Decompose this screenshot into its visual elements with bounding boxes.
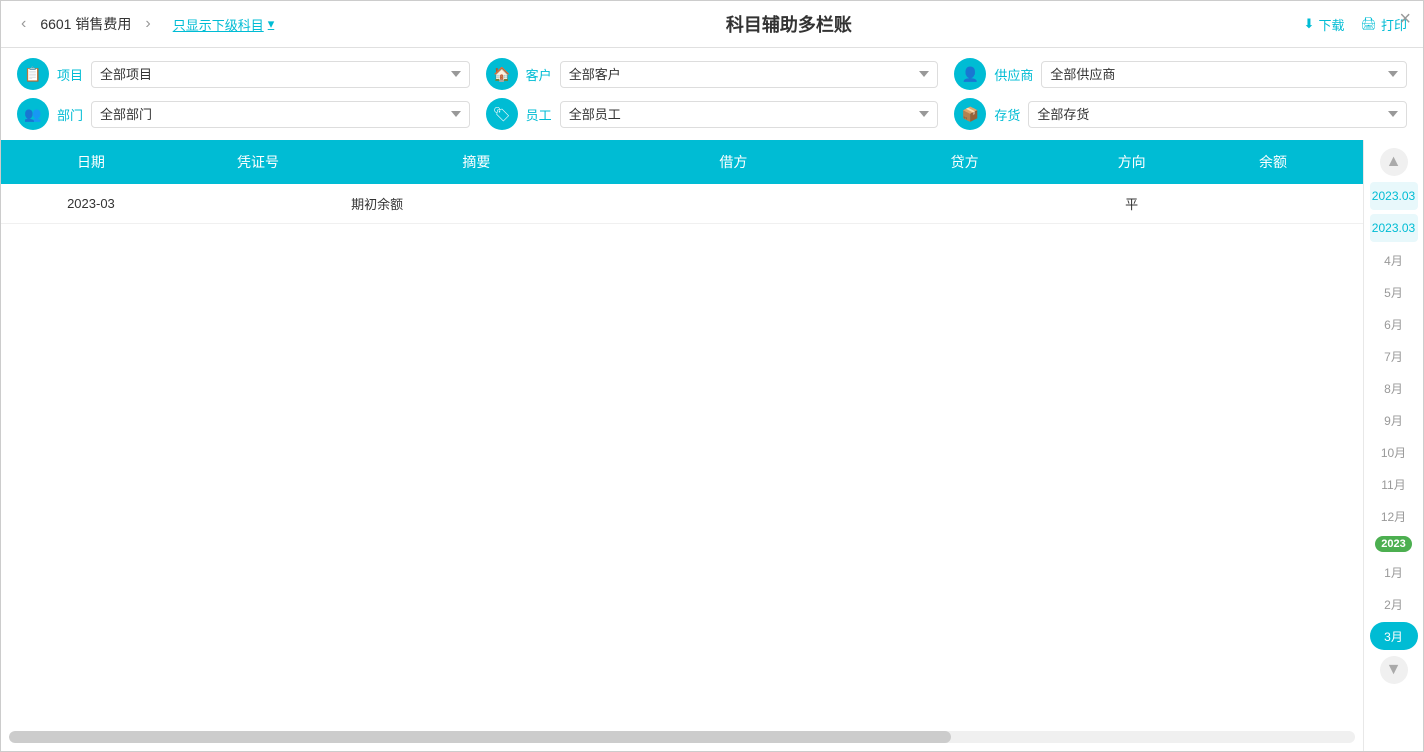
- customer-filter: 🏠 客户 全部客户: [486, 58, 939, 90]
- h-scrollbar-area: [1, 727, 1363, 751]
- table-body: 2023-03 期初余额 平: [1, 184, 1363, 224]
- cell-voucher: [181, 184, 335, 224]
- prev-account-btn[interactable]: ‹: [17, 13, 30, 35]
- month-9[interactable]: 9月: [1370, 406, 1418, 434]
- download-icon: ⬇: [1304, 16, 1315, 32]
- main-window: ‹ 6601 销售费用 › 只显示下级科目 ▾ 科目辅助多栏账 ⬇ 下载 🖨 打…: [0, 0, 1424, 752]
- filter-row-1: 📋 项目 全部项目 🏠 客户 全部客户 👤 供应商 全部供应商: [17, 58, 1407, 90]
- month-11[interactable]: 11月: [1370, 470, 1418, 498]
- chevron-down-icon: ▾: [268, 16, 275, 32]
- col-summary: 摘要: [335, 140, 618, 184]
- account-code: 6601 销售费用: [40, 14, 131, 34]
- sidebar-up-btn[interactable]: ▲: [1380, 148, 1408, 176]
- supplier-filter: 👤 供应商 全部供应商: [954, 58, 1407, 90]
- cell-debit: [618, 184, 849, 224]
- cell-summary: 期初余额: [335, 184, 618, 224]
- project-select[interactable]: 全部项目: [91, 61, 470, 88]
- next-account-btn[interactable]: ›: [141, 13, 154, 35]
- month-7[interactable]: 7月: [1370, 342, 1418, 370]
- ledger-table: 日期 凭证号 摘要 借方 贷方 方向 余额 2023-03 期初余额: [1, 140, 1363, 224]
- col-voucher: 凭证号: [181, 140, 335, 184]
- inventory-select[interactable]: 全部存货: [1028, 101, 1407, 128]
- print-icon: 🖨: [1360, 16, 1377, 32]
- col-credit: 贷方: [849, 140, 1080, 184]
- month-8[interactable]: 8月: [1370, 374, 1418, 402]
- table-header-row: 日期 凭证号 摘要 借方 贷方 方向 余额: [1, 140, 1363, 184]
- main-area: 日期 凭证号 摘要 借方 贷方 方向 余额 2023-03 期初余额: [1, 140, 1423, 751]
- filter-row-2: 👥 部门 全部部门 🏷 员工 全部员工 📦 存货 全部存货: [17, 98, 1407, 130]
- col-balance: 余额: [1183, 140, 1363, 184]
- cell-direction: 平: [1080, 184, 1183, 224]
- inventory-icon: 📦: [954, 98, 986, 130]
- month-12[interactable]: 12月: [1370, 502, 1418, 530]
- top-actions: ⬇ 下载 🖨 打印: [1304, 15, 1407, 34]
- project-label: 项目: [57, 65, 83, 84]
- cell-date: 2023-03: [1, 184, 181, 224]
- show-sub-label: 只显示下级科目: [173, 15, 264, 34]
- project-filter: 📋 项目 全部项目: [17, 58, 470, 90]
- month-2[interactable]: 2月: [1370, 590, 1418, 618]
- cell-credit: [849, 184, 1080, 224]
- supplier-icon: 👤: [954, 58, 986, 90]
- dept-label: 部门: [57, 105, 83, 124]
- supplier-select[interactable]: 全部供应商: [1041, 61, 1407, 88]
- employee-select[interactable]: 全部员工: [560, 101, 939, 128]
- inventory-label: 存货: [994, 105, 1020, 124]
- filter-bar: 📋 项目 全部项目 🏠 客户 全部客户 👤 供应商 全部供应商: [1, 48, 1423, 140]
- supplier-label: 供应商: [994, 65, 1033, 84]
- table-row: 2023-03 期初余额 平: [1, 184, 1363, 224]
- dept-select[interactable]: 全部部门: [91, 101, 470, 128]
- employee-icon: 🏷: [486, 98, 518, 130]
- customer-label: 客户: [526, 65, 552, 84]
- h-scrollbar-thumb[interactable]: [9, 731, 951, 743]
- month-5[interactable]: 5月: [1370, 278, 1418, 306]
- customer-select[interactable]: 全部客户: [560, 61, 939, 88]
- download-label: 下载: [1318, 15, 1344, 34]
- top-bar: ‹ 6601 销售费用 › 只显示下级科目 ▾ 科目辅助多栏账 ⬇ 下载 🖨 打…: [1, 1, 1423, 48]
- download-btn[interactable]: ⬇ 下载: [1304, 15, 1345, 34]
- close-btn[interactable]: ×: [1399, 9, 1411, 29]
- month-1[interactable]: 1月: [1370, 558, 1418, 586]
- dept-filter: 👥 部门 全部部门: [17, 98, 470, 130]
- inventory-filter: 📦 存货 全部存货: [954, 98, 1407, 130]
- project-icon: 📋: [17, 58, 49, 90]
- h-scrollbar-track: [9, 731, 1355, 743]
- customer-icon: 🏠: [486, 58, 518, 90]
- col-direction: 方向: [1080, 140, 1183, 184]
- month-4[interactable]: 4月: [1370, 246, 1418, 274]
- page-title: 科目辅助多栏账: [284, 11, 1293, 37]
- table-area: 日期 凭证号 摘要 借方 贷方 方向 余额 2023-03 期初余额: [1, 140, 1363, 751]
- sidebar-down-btn[interactable]: ▼: [1380, 656, 1408, 684]
- dept-icon: 👥: [17, 98, 49, 130]
- month-sidebar: ▲ 2023.03 2023.03 4月 5月 6月 7月 8月 9月 10月 …: [1363, 140, 1423, 751]
- month-3-active[interactable]: 3月: [1370, 622, 1418, 650]
- employee-label: 员工: [526, 105, 552, 124]
- col-debit: 借方: [618, 140, 849, 184]
- period-2023-03-a[interactable]: 2023.03: [1370, 182, 1418, 210]
- month-6[interactable]: 6月: [1370, 310, 1418, 338]
- employee-filter: 🏷 员工 全部员工: [486, 98, 939, 130]
- cell-balance: [1183, 184, 1363, 224]
- col-date: 日期: [1, 140, 181, 184]
- period-2023-03-b[interactable]: 2023.03: [1370, 214, 1418, 242]
- month-10[interactable]: 10月: [1370, 438, 1418, 466]
- show-sub-filter[interactable]: 只显示下级科目 ▾: [173, 15, 275, 34]
- year-badge: 2023: [1375, 536, 1411, 552]
